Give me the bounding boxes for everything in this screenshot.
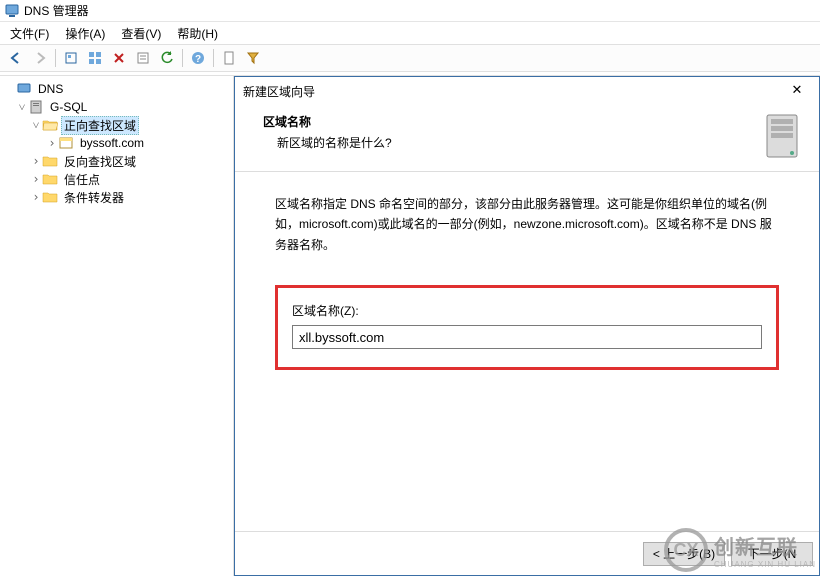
menu-view[interactable]: 查看(V) — [113, 23, 169, 44]
tree-reverse-zone[interactable]: › 反向查找区域 — [4, 152, 233, 170]
arrow-right-icon — [33, 51, 47, 65]
tb-btn-2[interactable] — [84, 47, 106, 69]
refresh-icon — [160, 51, 174, 65]
tree-reverse-label: 反向查找区域 — [61, 152, 139, 171]
wizard-title-bar: 新建区域向导 ✕ — [235, 77, 819, 105]
tree-forward-label: 正向查找区域 — [61, 116, 139, 135]
tb-properties[interactable] — [132, 47, 154, 69]
action-icon — [64, 51, 78, 65]
dns-app-icon — [4, 3, 20, 19]
app-title: DNS 管理器 — [24, 2, 89, 19]
server-icon — [28, 99, 44, 115]
properties-icon — [136, 51, 150, 65]
zone-name-label: 区域名称(Z): — [292, 302, 762, 319]
folder-icon — [42, 171, 58, 187]
tree-forward-child[interactable]: › byssoft.com — [4, 134, 233, 152]
expand-icon[interactable]: › — [30, 154, 42, 168]
folder-icon — [42, 153, 58, 169]
zone-name-input[interactable] — [292, 325, 762, 349]
expand-icon[interactable]: › — [30, 172, 42, 186]
tree-root-label: DNS — [35, 81, 66, 97]
collapse-icon[interactable]: ˅ — [16, 100, 28, 115]
tb-btn-1[interactable] — [60, 47, 82, 69]
tree-conditional-forwarders[interactable]: › 条件转发器 — [4, 188, 233, 206]
tree-server[interactable]: ˅ G-SQL — [4, 98, 233, 116]
expand-icon[interactable]: › — [30, 190, 42, 204]
menu-bar: 文件(F) 操作(A) 查看(V) 帮助(H) — [0, 22, 820, 44]
x-icon — [112, 51, 126, 65]
menu-action[interactable]: 操作(A) — [57, 23, 113, 44]
zone-icon — [58, 135, 74, 151]
tree-trust-label: 信任点 — [61, 170, 103, 189]
tb-delete[interactable] — [108, 47, 130, 69]
tb-extra-1[interactable] — [218, 47, 240, 69]
tree-conditional-label: 条件转发器 — [61, 188, 127, 207]
wizard-body: 区域名称指定 DNS 命名空间的部分，该部分由此服务器管理。这可能是你组织单位的… — [235, 172, 819, 531]
expand-icon[interactable]: › — [46, 136, 58, 150]
next-button[interactable]: 下一步(N — [731, 542, 813, 566]
tree-forward-zone[interactable]: ˅ 正向查找区域 — [4, 116, 233, 134]
content-pane: 新建区域向导 ✕ 区域名称 新区域的名称是什么? 区域名称指定 DNS 命名空间… — [234, 76, 820, 576]
collapse-icon[interactable]: ˅ — [30, 118, 42, 133]
wizard-footer: < 上一步(B) 下一步(N — [235, 531, 819, 575]
tb-extra-2[interactable] — [242, 47, 264, 69]
wizard-close-button[interactable]: ✕ — [783, 81, 811, 101]
wizard-subheading: 新区域的名称是什么? — [277, 134, 392, 151]
wizard-title: 新建区域向导 — [243, 83, 315, 100]
wizard-header: 区域名称 新区域的名称是什么? — [235, 105, 819, 172]
grid-icon — [88, 51, 102, 65]
tree-server-label: G-SQL — [47, 99, 90, 115]
highlight-box: 区域名称(Z): — [275, 285, 779, 370]
tree-trust-points[interactable]: › 信任点 — [4, 170, 233, 188]
arrow-left-icon — [9, 51, 23, 65]
dns-root-icon — [16, 81, 32, 97]
app-title-bar: DNS 管理器 — [0, 0, 820, 22]
page-icon — [222, 51, 236, 65]
tb-refresh[interactable] — [156, 47, 178, 69]
tree-pane: DNS ˅ G-SQL ˅ 正向查找区域 › byssoft.com › 反向查… — [0, 76, 234, 576]
nav-forward-button[interactable] — [29, 47, 51, 69]
wizard-description: 区域名称指定 DNS 命名空间的部分，该部分由此服务器管理。这可能是你组织单位的… — [275, 194, 779, 255]
tree-forward-child-label: byssoft.com — [77, 135, 147, 151]
wizard-heading: 区域名称 — [263, 113, 392, 130]
toolbar: ? — [0, 44, 820, 72]
folder-icon — [42, 189, 58, 205]
close-icon: ✕ — [792, 82, 803, 97]
svg-text:?: ? — [195, 54, 201, 65]
menu-file[interactable]: 文件(F) — [2, 23, 57, 44]
nav-back-button[interactable] — [5, 47, 27, 69]
filter-icon — [246, 51, 260, 65]
tree-root[interactable]: DNS — [4, 80, 233, 98]
back-button[interactable]: < 上一步(B) — [643, 542, 725, 566]
new-zone-wizard: 新建区域向导 ✕ 区域名称 新区域的名称是什么? 区域名称指定 DNS 命名空间… — [234, 76, 820, 576]
folder-open-icon — [42, 117, 58, 133]
menu-help[interactable]: 帮助(H) — [169, 23, 226, 44]
wizard-server-icon — [761, 113, 803, 161]
help-icon: ? — [191, 51, 205, 65]
tb-help[interactable]: ? — [187, 47, 209, 69]
